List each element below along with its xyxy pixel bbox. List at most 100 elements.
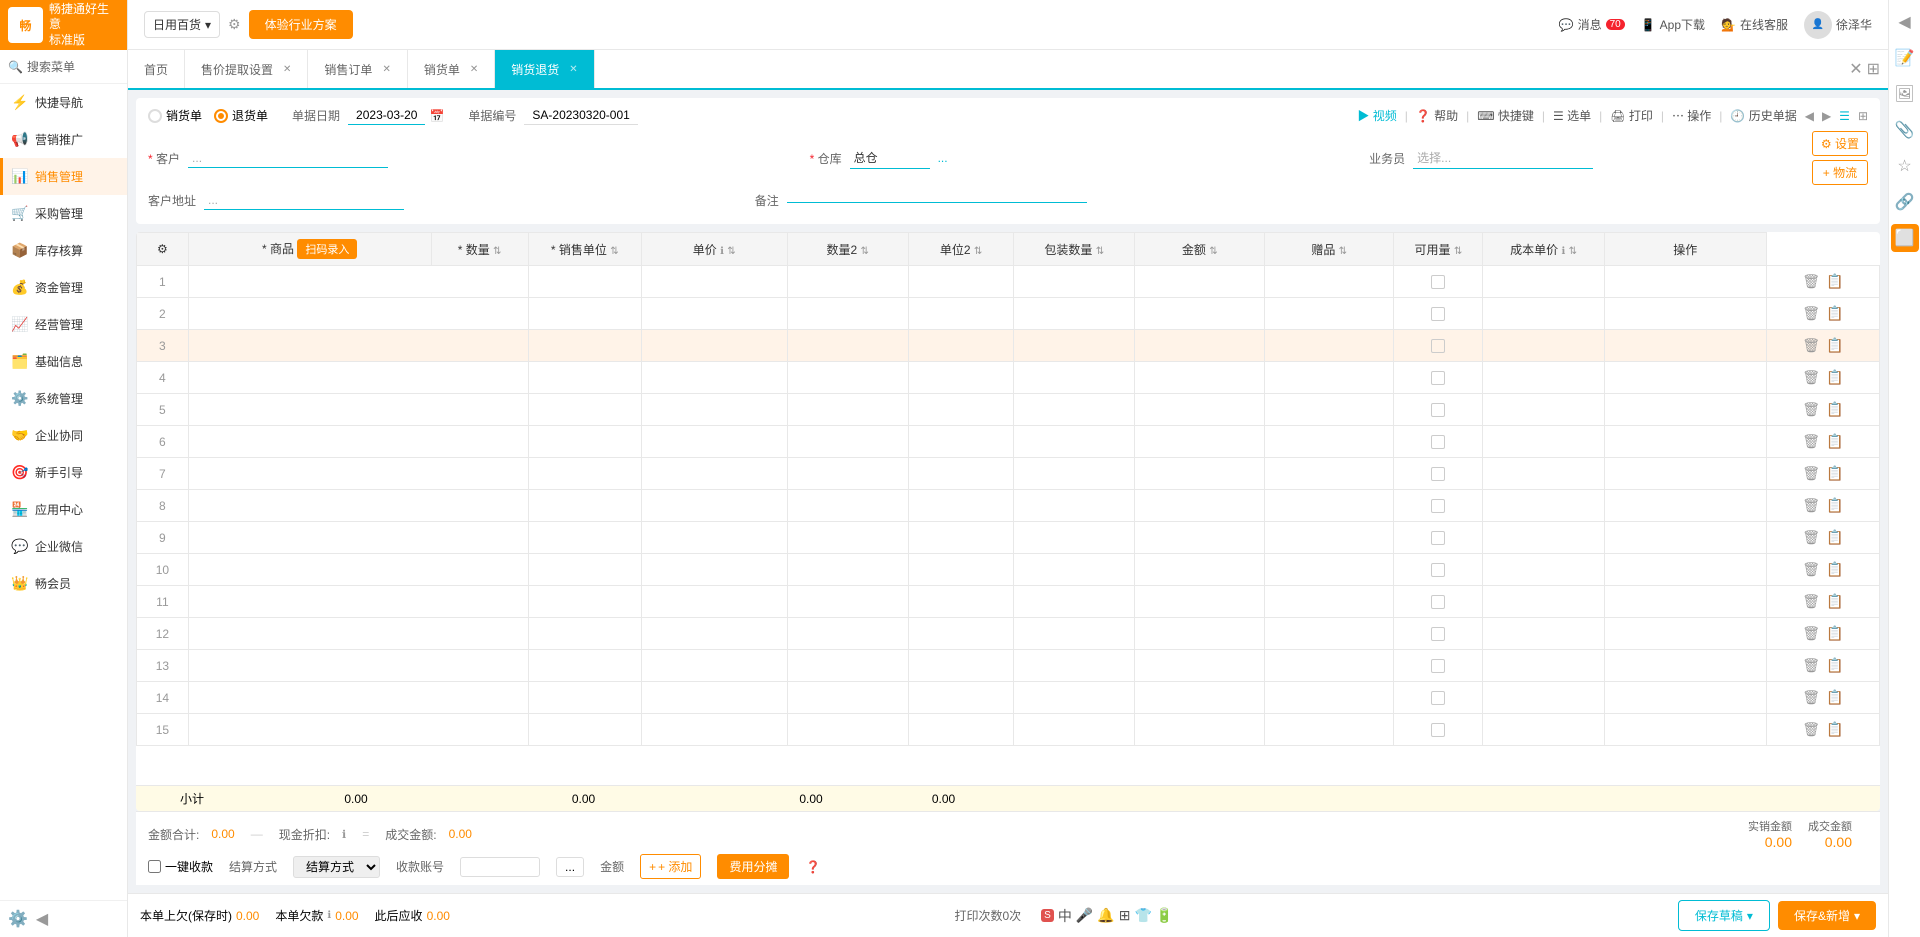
sidebar-item-enterprise[interactable]: 🤝 企业协同: [0, 417, 127, 454]
amount-cell[interactable]: [1264, 490, 1393, 522]
qty2-cell[interactable]: [908, 586, 1013, 618]
delete-icon[interactable]: 🗑: [1802, 465, 1820, 482]
tab-sales-order[interactable]: 销售订单 ✕: [308, 50, 407, 88]
cost-cell[interactable]: [1604, 362, 1766, 394]
copy-icon[interactable]: 📋: [1826, 401, 1843, 418]
right-sidebar-star[interactable]: ☆: [1891, 152, 1919, 180]
qty-cell[interactable]: [528, 490, 641, 522]
product-cell[interactable]: [188, 362, 528, 394]
tool-icon-6[interactable]: 🔋: [1156, 907, 1173, 924]
select-btn[interactable]: ☰ 选单: [1553, 107, 1591, 124]
unit2-cell[interactable]: [1014, 394, 1135, 426]
tab-close-all-icon[interactable]: ✕: [1849, 59, 1862, 79]
unit2-cell[interactable]: [1014, 714, 1135, 746]
price-cell[interactable]: [787, 362, 908, 394]
gift-checkbox[interactable]: [1431, 339, 1445, 353]
price-cell[interactable]: [787, 714, 908, 746]
amount-cell[interactable]: [1264, 266, 1393, 298]
sidebar-item-basic[interactable]: 🗂️ 基础信息: [0, 343, 127, 380]
grid-view-icon[interactable]: ⊞: [1858, 109, 1868, 123]
cost-cell[interactable]: [1604, 266, 1766, 298]
cost-cell[interactable]: [1604, 458, 1766, 490]
unit2-cell[interactable]: [1014, 586, 1135, 618]
qty-cell[interactable]: [528, 266, 641, 298]
avail-cell[interactable]: [1483, 426, 1604, 458]
product-cell[interactable]: [188, 650, 528, 682]
qty2-cell[interactable]: [908, 394, 1013, 426]
copy-icon[interactable]: 📋: [1826, 593, 1843, 610]
sidebar-item-appstore[interactable]: 🏪 应用中心: [0, 491, 127, 528]
delete-icon[interactable]: 🗑: [1802, 657, 1820, 674]
copy-icon[interactable]: 📋: [1826, 369, 1843, 386]
tool-icon-2[interactable]: 🎤: [1076, 907, 1093, 924]
save-draft-btn[interactable]: 保存草稿 ▾: [1678, 900, 1770, 931]
cost-cell[interactable]: [1604, 650, 1766, 682]
avail-cell[interactable]: [1483, 394, 1604, 426]
product-cell[interactable]: [188, 522, 528, 554]
gift-checkbox[interactable]: [1431, 691, 1445, 705]
product-cell[interactable]: [188, 490, 528, 522]
unit-cell[interactable]: [641, 458, 787, 490]
experience-btn[interactable]: 体验行业方案: [249, 10, 353, 39]
unit-cell[interactable]: [641, 426, 787, 458]
shortcut-btn[interactable]: ⌨ 快捷键: [1477, 107, 1534, 124]
delete-icon[interactable]: 🗑: [1802, 337, 1820, 354]
unit-cell[interactable]: [641, 554, 787, 586]
sidebar-item-member[interactable]: 👑 畅会员: [0, 565, 127, 602]
gift-checkbox[interactable]: [1431, 563, 1445, 577]
online-service-btn[interactable]: 💁 在线客服: [1721, 16, 1788, 33]
operation-btn[interactable]: ⋯ 操作: [1672, 107, 1711, 124]
unit2-cell[interactable]: [1014, 490, 1135, 522]
amount-cell[interactable]: [1264, 650, 1393, 682]
gift-checkbox[interactable]: [1431, 435, 1445, 449]
qty2-cell[interactable]: [908, 650, 1013, 682]
product-cell[interactable]: [188, 586, 528, 618]
price-cell[interactable]: [787, 554, 908, 586]
avail-cell[interactable]: [1483, 586, 1604, 618]
unit-cell[interactable]: [641, 522, 787, 554]
account-input[interactable]: [460, 857, 540, 877]
cost-cell[interactable]: [1604, 394, 1766, 426]
unit2-cell[interactable]: [1014, 522, 1135, 554]
unit-cell[interactable]: [641, 266, 787, 298]
qty2-cell[interactable]: [908, 330, 1013, 362]
pkg-cell[interactable]: [1135, 362, 1264, 394]
copy-icon[interactable]: 📋: [1826, 561, 1843, 578]
product-cell[interactable]: [188, 394, 528, 426]
fee-split-btn[interactable]: 费用分摊: [717, 854, 789, 879]
unit-cell[interactable]: [641, 650, 787, 682]
copy-icon[interactable]: 📋: [1826, 273, 1843, 290]
settings-icon[interactable]: ⚙: [228, 16, 241, 33]
copy-icon[interactable]: 📋: [1826, 529, 1843, 546]
pkg-cell[interactable]: [1135, 714, 1264, 746]
pkg-cell[interactable]: [1135, 522, 1264, 554]
tab-close-icon[interactable]: ✕: [283, 64, 291, 75]
avail-cell[interactable]: [1483, 522, 1604, 554]
right-sidebar-attachment[interactable]: 📎: [1891, 116, 1919, 144]
unit-cell[interactable]: [641, 618, 787, 650]
scan-btn[interactable]: 扫码录入: [297, 239, 357, 259]
qty2-cell[interactable]: [908, 618, 1013, 650]
pkg-cell[interactable]: [1135, 394, 1264, 426]
price-cell[interactable]: [787, 586, 908, 618]
price-cell[interactable]: [787, 330, 908, 362]
gift-checkbox[interactable]: [1431, 723, 1445, 737]
delete-icon[interactable]: 🗑: [1802, 529, 1820, 546]
amount-cell[interactable]: [1264, 522, 1393, 554]
product-cell[interactable]: [188, 458, 528, 490]
amount-cell[interactable]: [1264, 394, 1393, 426]
copy-icon[interactable]: 📋: [1826, 497, 1843, 514]
user-avatar[interactable]: 👤 徐泽华: [1804, 11, 1872, 39]
avail-cell[interactable]: [1483, 714, 1604, 746]
unit-cell[interactable]: [641, 682, 787, 714]
sidebar-item-newbie[interactable]: 🎯 新手引导: [0, 454, 127, 491]
tool-icon-5[interactable]: 👕: [1134, 907, 1151, 924]
cost-cell[interactable]: [1604, 682, 1766, 714]
right-sidebar-note[interactable]: 📝: [1891, 44, 1919, 72]
amount-cell[interactable]: [1264, 362, 1393, 394]
delete-icon[interactable]: 🗑: [1802, 593, 1820, 610]
pkg-cell[interactable]: [1135, 554, 1264, 586]
amount-cell[interactable]: [1264, 554, 1393, 586]
sidebar-item-finance[interactable]: 💰 资金管理: [0, 269, 127, 306]
unit2-cell[interactable]: [1014, 554, 1135, 586]
